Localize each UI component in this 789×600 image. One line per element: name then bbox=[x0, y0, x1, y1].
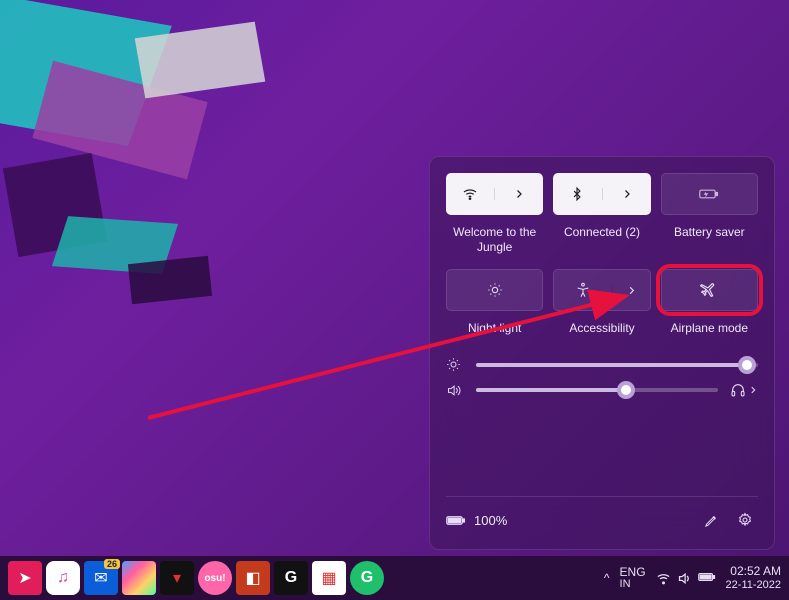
language-bottom: IN bbox=[620, 579, 646, 591]
battery-percent: 100% bbox=[474, 513, 507, 528]
tray-overflow-button[interactable]: ^ bbox=[604, 571, 610, 585]
brightness-slider[interactable] bbox=[476, 363, 758, 367]
taskbar-app-5[interactable]: ▾ bbox=[160, 561, 194, 595]
language-top: ENG bbox=[620, 566, 646, 579]
taskbar: ➤ ♫ ✉26 ▾ osu! ◧ G ▦ G ^ ENG IN 02:52 AM… bbox=[0, 556, 789, 600]
brightness-row bbox=[446, 357, 758, 372]
quick-settings-panel: Welcome to the Jungle Connected (2) Batt… bbox=[429, 156, 775, 550]
taskbar-app-grammarly[interactable]: G bbox=[350, 561, 384, 595]
night-light-tile[interactable] bbox=[446, 269, 543, 311]
wifi-tile[interactable] bbox=[446, 173, 543, 215]
taskbar-app-osu[interactable]: osu! bbox=[198, 561, 232, 595]
accessibility-icon bbox=[554, 282, 612, 298]
accessibility-expand-button[interactable] bbox=[612, 285, 649, 296]
clock-time: 02:52 AM bbox=[726, 565, 781, 578]
battery-saver-tile[interactable] bbox=[661, 173, 758, 215]
wifi-icon bbox=[446, 186, 494, 202]
taskbar-app-office[interactable]: ◧ bbox=[236, 561, 270, 595]
battery-status-icon[interactable] bbox=[446, 514, 466, 527]
bluetooth-icon bbox=[553, 186, 601, 202]
headphones-icon bbox=[730, 382, 746, 398]
tray-status-icons[interactable] bbox=[656, 571, 716, 586]
edit-quick-settings-button[interactable] bbox=[698, 507, 724, 533]
mail-badge: 26 bbox=[104, 559, 120, 569]
bluetooth-tile[interactable] bbox=[553, 173, 650, 215]
settings-button[interactable] bbox=[732, 507, 758, 533]
airplane-mode-label: Airplane mode bbox=[661, 315, 758, 347]
volume-slider[interactable] bbox=[476, 388, 718, 392]
tray-wifi-icon bbox=[656, 571, 671, 586]
taskbar-app-9[interactable]: ▦ bbox=[312, 561, 346, 595]
taskbar-app-store[interactable] bbox=[122, 561, 156, 595]
tray-battery-icon bbox=[698, 571, 716, 583]
night-light-icon bbox=[487, 282, 503, 298]
volume-row bbox=[446, 382, 758, 398]
system-tray: ^ ENG IN 02:52 AM 22-11-2022 bbox=[604, 565, 781, 590]
brightness-icon bbox=[446, 357, 464, 372]
volume-icon bbox=[446, 383, 464, 398]
tray-volume-icon bbox=[677, 571, 692, 586]
taskbar-app-1[interactable]: ➤ bbox=[8, 561, 42, 595]
clock-date: 22-11-2022 bbox=[726, 579, 781, 591]
airplane-mode-tile[interactable] bbox=[661, 269, 758, 311]
audio-output-button[interactable] bbox=[730, 382, 758, 398]
quick-settings-tiles: Welcome to the Jungle Connected (2) Batt… bbox=[446, 173, 758, 347]
battery-saver-label: Battery saver bbox=[661, 219, 758, 265]
taskbar-app-mail[interactable]: ✉26 bbox=[84, 561, 118, 595]
taskbar-clock[interactable]: 02:52 AM 22-11-2022 bbox=[726, 565, 781, 590]
taskbar-app-music[interactable]: ♫ bbox=[46, 561, 80, 595]
wifi-label: Welcome to the Jungle bbox=[446, 219, 543, 265]
night-light-label: Night light bbox=[446, 315, 543, 347]
battery-saver-icon bbox=[699, 187, 719, 201]
airplane-icon bbox=[700, 281, 718, 299]
bluetooth-expand-button[interactable] bbox=[602, 188, 651, 200]
taskbar-app-logitech[interactable]: G bbox=[274, 561, 308, 595]
bluetooth-label: Connected (2) bbox=[553, 219, 650, 265]
language-indicator[interactable]: ENG IN bbox=[620, 566, 646, 590]
chevron-right-icon bbox=[748, 385, 758, 395]
accessibility-tile[interactable] bbox=[553, 269, 650, 311]
accessibility-label: Accessibility bbox=[553, 315, 650, 347]
wifi-expand-button[interactable] bbox=[494, 188, 543, 200]
quick-settings-footer: 100% bbox=[446, 496, 758, 533]
desktop-wallpaper-art bbox=[0, 0, 300, 310]
